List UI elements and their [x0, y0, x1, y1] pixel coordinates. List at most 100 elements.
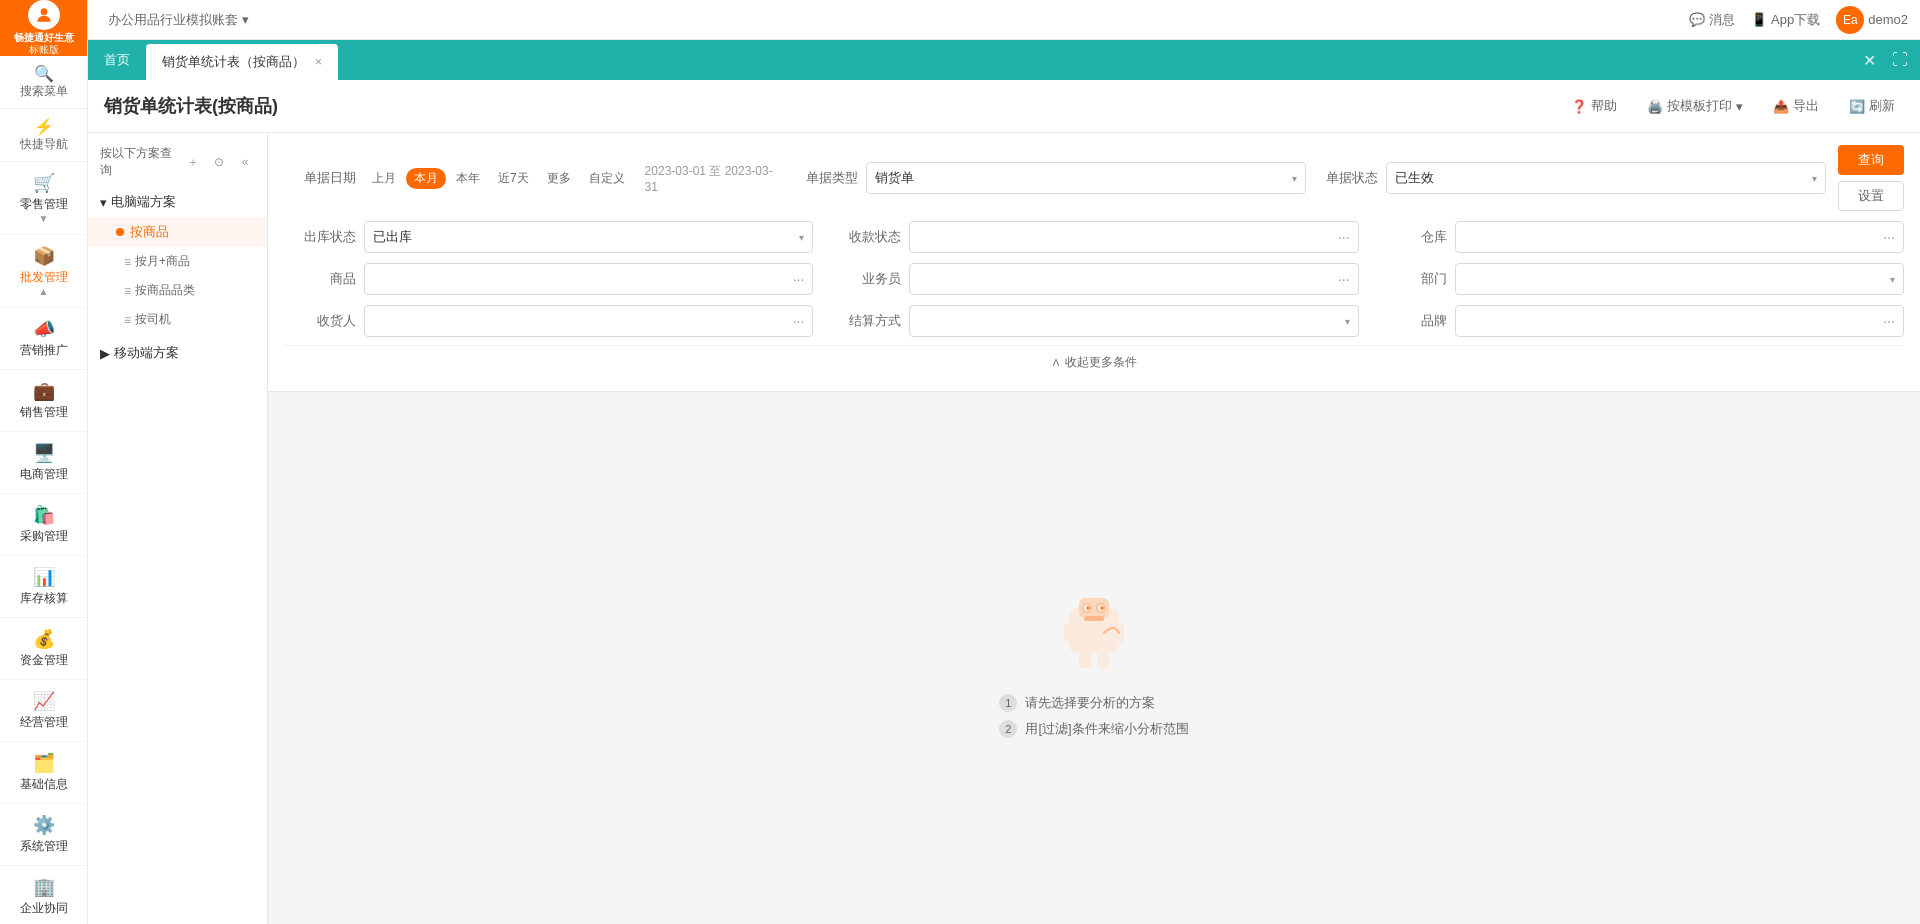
desktop-group-header[interactable]: ▾ 电脑端方案	[88, 187, 267, 217]
collapse-panel-btn[interactable]: «	[235, 152, 255, 172]
brand-dots: ···	[1883, 313, 1895, 329]
sidebar-item-operations[interactable]: 📈 经营管理	[0, 680, 87, 742]
svg-rect-10	[1079, 653, 1091, 668]
tip-text-2: 用[过滤]条件来缩小分析范围	[1025, 720, 1188, 738]
sidebar-item-marketing[interactable]: 📣 营销推广	[0, 308, 87, 370]
product-dots: ···	[793, 271, 805, 287]
account-selector[interactable]: 办公用品行业模拟账套 ▾	[100, 7, 257, 33]
page-actions: ❓ 帮助 🖨️ 按模板打印 ▾ 📤 导出 🔄 刷新	[1562, 92, 1904, 132]
sidebar-inventory-label: 库存核算	[20, 590, 68, 607]
date-tab-7days[interactable]: 近7天	[490, 168, 537, 189]
receiver-select[interactable]: ···	[364, 305, 813, 337]
salesperson-select[interactable]: ···	[909, 263, 1358, 295]
sidebar-wholesale-label: 批发管理	[20, 269, 68, 286]
department-select[interactable]: ▾	[1455, 263, 1904, 295]
retail-arrow: ▼	[39, 213, 49, 224]
help-btn[interactable]: ❓ 帮助	[1562, 92, 1626, 120]
tree-subitem-driver[interactable]: ≡ 按司机	[88, 305, 267, 334]
app-download-btn[interactable]: 📱 App下载	[1751, 11, 1820, 29]
sidebar-system-label: 系统管理	[20, 838, 68, 855]
department-arrow-icon: ▾	[1890, 274, 1895, 285]
out-status-arrow-icon: ▾	[799, 232, 804, 243]
left-panel-header: 按以下方案查询 ＋ ⊙ «	[88, 141, 267, 187]
warehouse-label: 仓库	[1375, 228, 1455, 246]
sidebar-item-ecom[interactable]: 🖥️ 电商管理	[0, 432, 87, 494]
refresh-label: 刷新	[1869, 97, 1895, 115]
edit-scheme-btn[interactable]: ⊙	[209, 152, 229, 172]
desktop-group-arrow: ▾	[100, 195, 107, 210]
date-tab-more[interactable]: 更多	[539, 168, 579, 189]
sidebar-search[interactable]: 🔍 搜索菜单	[0, 56, 87, 109]
sidebar-item-finance[interactable]: 💰 资金管理	[0, 618, 87, 680]
export-btn[interactable]: 📤 导出	[1764, 92, 1828, 120]
tree-item-by-product-label: 按商品	[130, 223, 169, 241]
sidebar-sales-label: 销售管理	[20, 404, 68, 421]
sidebar-basic-label: 基础信息	[20, 776, 68, 793]
payment-status-select[interactable]: ···	[909, 221, 1358, 253]
page-header: 销货单统计表(按商品) ❓ 帮助 🖨️ 按模板打印 ▾ 📤 导出 🔄 刷新	[88, 80, 1920, 133]
user-menu[interactable]: Ea demo2	[1836, 6, 1908, 34]
tab-expand-icon[interactable]: ⛶	[1888, 47, 1912, 73]
refresh-btn[interactable]: 🔄 刷新	[1840, 92, 1904, 120]
sales-icon: 💼	[33, 380, 55, 402]
type-select[interactable]: 销货单 ▾	[866, 162, 1306, 194]
status-select[interactable]: 已生效 ▾	[1386, 162, 1826, 194]
tab-report[interactable]: 销货单统计表（按商品） ×	[146, 44, 338, 80]
inventory-icon: 📊	[33, 566, 55, 588]
driver-icon: ≡	[124, 313, 131, 327]
add-scheme-btn[interactable]: ＋	[183, 152, 203, 172]
sidebar-item-enterprise[interactable]: 🏢 企业协同	[0, 866, 87, 924]
export-icon: 📤	[1773, 99, 1789, 114]
tab-home[interactable]: 首页	[88, 40, 146, 80]
sidebar-item-purchase[interactable]: 🛍️ 采购管理	[0, 494, 87, 556]
tab-close-icon[interactable]: ✕	[1859, 47, 1880, 74]
collapse-btn[interactable]: ∧ 收起更多条件	[284, 345, 1904, 379]
empty-tips: 1 请先选择要分析的方案 2 用[过滤]条件来缩小分析范围	[999, 694, 1188, 738]
settlement-select[interactable]: ▾	[909, 305, 1358, 337]
date-tab-last-month[interactable]: 上月	[364, 168, 404, 189]
sidebar-item-inventory[interactable]: 📊 库存核算	[0, 556, 87, 618]
empty-tip-1: 1 请先选择要分析的方案	[999, 694, 1188, 712]
ecom-icon: 🖥️	[33, 442, 55, 464]
help-label: 帮助	[1591, 97, 1617, 115]
query-btn[interactable]: 查询	[1838, 145, 1904, 175]
tabbar: 首页 销货单统计表（按商品） × ✕ ⛶	[88, 40, 1920, 80]
tip-num-1: 1	[999, 694, 1017, 712]
settings-btn[interactable]: 设置	[1838, 181, 1904, 211]
basic-icon: 🗂️	[33, 752, 55, 774]
brand-select[interactable]: ···	[1455, 305, 1904, 337]
date-range-display: 2023-03-01 至 2023-03-31	[645, 163, 786, 194]
tree-subitem-category-label: 按商品品类	[135, 282, 195, 299]
out-status-select[interactable]: 已出库 ▾	[364, 221, 813, 253]
print-btn[interactable]: 🖨️ 按模板打印 ▾	[1638, 92, 1752, 120]
date-tab-this-year[interactable]: 本年	[448, 168, 488, 189]
date-tab-this-month[interactable]: 本月	[406, 168, 446, 189]
mobile-group-header[interactable]: ▶ 移动端方案	[88, 338, 267, 368]
date-tab-custom[interactable]: 自定义	[581, 168, 633, 189]
sidebar-item-wholesale[interactable]: 📦 批发管理 ▲	[0, 235, 87, 308]
wholesale-arrow: ▲	[39, 286, 49, 297]
warehouse-select[interactable]: ···	[1455, 221, 1904, 253]
wholesale-icon: 📦	[33, 245, 55, 267]
body-area: 按以下方案查询 ＋ ⊙ « ▾ 电脑端方案 按商品	[88, 133, 1920, 924]
sidebar-item-retail[interactable]: 🛒 零售管理 ▼	[0, 162, 87, 235]
tree-subitem-category[interactable]: ≡ 按商品品类	[88, 276, 267, 305]
tree-item-by-product[interactable]: 按商品	[88, 217, 267, 247]
product-select[interactable]: ···	[364, 263, 813, 295]
sidebar-quicknav[interactable]: ⚡ 快捷导航	[0, 109, 87, 162]
message-btn[interactable]: 💬 消息	[1689, 11, 1735, 29]
svg-point-0	[40, 8, 47, 15]
sidebar-item-sales[interactable]: 💼 销售管理	[0, 370, 87, 432]
topbar-right: 💬 消息 📱 App下载 Ea demo2	[1689, 6, 1908, 34]
sidebar-item-system[interactable]: ⚙️ 系统管理	[0, 804, 87, 866]
tab-report-close[interactable]: ×	[315, 55, 322, 69]
tree-subitem-month-product[interactable]: ≡ 按月+商品	[88, 247, 267, 276]
sidebar-item-basic[interactable]: 🗂️ 基础信息	[0, 742, 87, 804]
out-status-label: 出库状态	[284, 228, 364, 246]
settlement-label: 结算方式	[829, 312, 909, 330]
account-name: 办公用品行业模拟账套	[108, 11, 238, 29]
left-panel-icons: ＋ ⊙ «	[183, 152, 255, 172]
brand-label: 品牌	[1375, 312, 1455, 330]
product-dot-icon	[116, 228, 124, 236]
sidebar: 畅捷通好生意 标账版 🔍 搜索菜单 ⚡ 快捷导航 🛒 零售管理 ▼ 📦 批发管理…	[0, 0, 88, 924]
